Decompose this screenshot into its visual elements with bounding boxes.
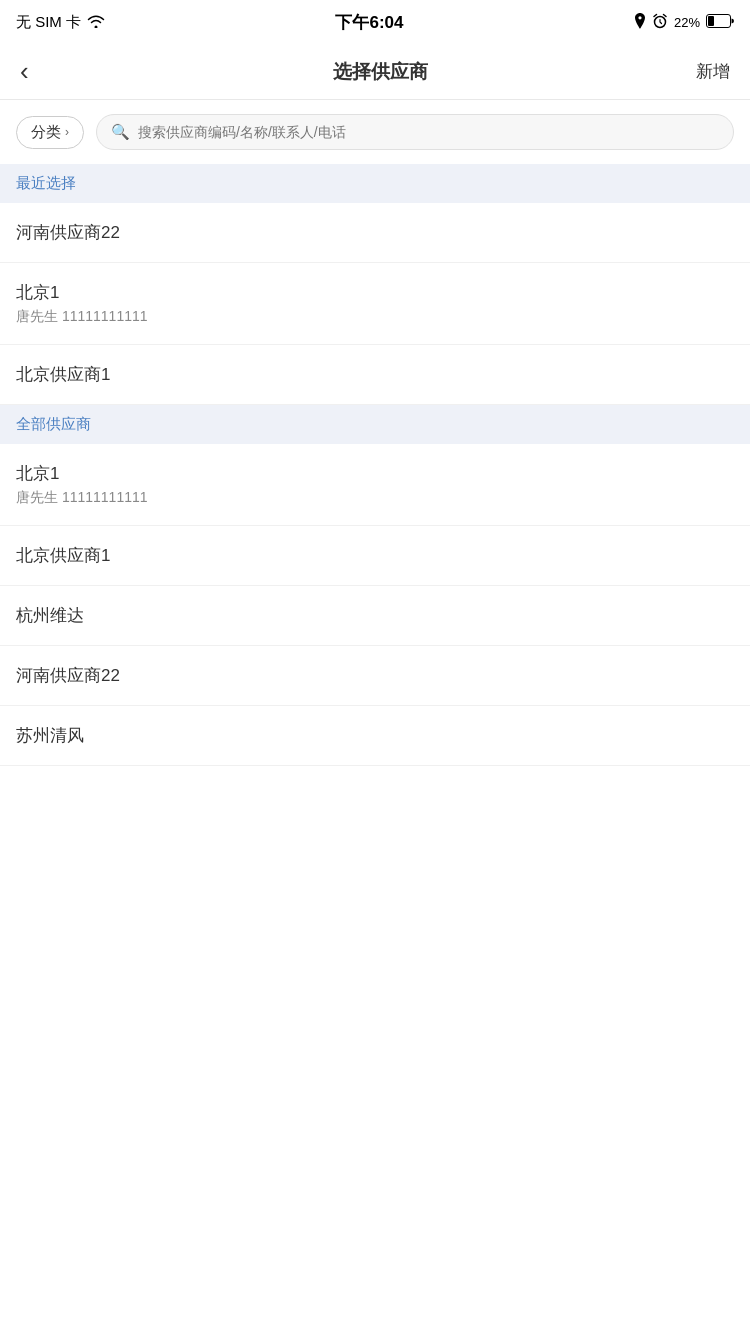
list-item[interactable]: 苏州清风 (0, 706, 750, 766)
item-detail: 唐先生 11111111111 (16, 489, 734, 507)
nav-bar: ‹ 选择供应商 新增 (0, 44, 750, 100)
all-section-label: 全部供应商 (16, 415, 91, 432)
item-name: 苏州清风 (16, 724, 734, 747)
item-name: 河南供应商22 (16, 664, 734, 687)
item-name: 河南供应商22 (16, 221, 734, 244)
list-item[interactable]: 北京1 唐先生 11111111111 (0, 444, 750, 526)
battery-percent: 22% (674, 15, 700, 30)
item-name: 北京供应商1 (16, 363, 734, 386)
no-sim-text: 无 SIM 卡 (16, 13, 81, 32)
svg-rect-2 (708, 16, 714, 26)
item-detail: 唐先生 11111111111 (16, 308, 734, 326)
recent-section-header: 最近选择 (0, 164, 750, 203)
status-left: 无 SIM 卡 (16, 13, 105, 32)
category-filter[interactable]: 分类 › (16, 116, 84, 149)
chevron-right-icon: › (65, 125, 69, 139)
item-name: 北京1 (16, 281, 734, 304)
add-button[interactable]: 新增 (696, 60, 730, 83)
list-item[interactable]: 北京供应商1 (0, 526, 750, 586)
recent-items-list: 河南供应商22 北京1 唐先生 11111111111 北京供应商1 (0, 203, 750, 405)
item-name: 北京1 (16, 462, 734, 485)
status-right: 22% (634, 13, 734, 32)
search-icon: 🔍 (111, 123, 130, 141)
list-item[interactable]: 北京1 唐先生 11111111111 (0, 263, 750, 345)
status-bar: 无 SIM 卡 下午6:04 22% (0, 0, 750, 44)
list-item[interactable]: 河南供应商22 (0, 646, 750, 706)
list-item[interactable]: 杭州维达 (0, 586, 750, 646)
item-name: 杭州维达 (16, 604, 734, 627)
filter-bar: 分类 › 🔍 (0, 100, 750, 164)
category-label: 分类 (31, 123, 61, 142)
page-title: 选择供应商 (333, 59, 428, 85)
search-box[interactable]: 🔍 (96, 114, 734, 150)
back-button[interactable]: ‹ (20, 56, 64, 87)
all-section-header: 全部供应商 (0, 405, 750, 444)
alarm-icon (652, 13, 668, 32)
list-item[interactable]: 北京供应商1 (0, 345, 750, 405)
battery-icon (706, 14, 734, 31)
all-items-list: 北京1 唐先生 11111111111 北京供应商1 杭州维达 河南供应商22 … (0, 444, 750, 766)
status-time: 下午6:04 (335, 11, 403, 34)
location-icon (634, 13, 646, 32)
wifi-icon (87, 14, 105, 31)
item-name: 北京供应商1 (16, 544, 734, 567)
list-item[interactable]: 河南供应商22 (0, 203, 750, 263)
recent-section-label: 最近选择 (16, 174, 76, 191)
search-input[interactable] (138, 124, 719, 140)
